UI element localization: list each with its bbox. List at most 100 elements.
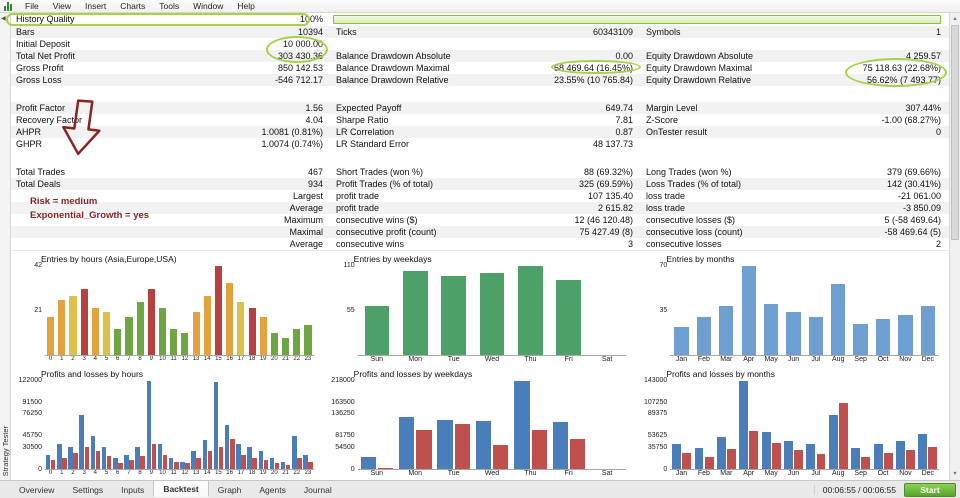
bar xyxy=(402,270,428,355)
app-icon xyxy=(4,1,14,11)
chart-title: Profits and losses by months xyxy=(666,368,775,379)
y-tick-label: 163500 xyxy=(331,398,355,406)
tester-tab-bar: Overview Settings Inputs Backtest Graph Agent… xyxy=(0,480,960,498)
x-tick-label: 18 xyxy=(248,355,256,362)
tab-overview[interactable]: Overview xyxy=(10,483,63,497)
stat-cell xyxy=(641,38,949,50)
stat-cell: History Quality 100% xyxy=(11,13,331,26)
x-tick-label: Sat xyxy=(601,355,613,363)
scroll-up-icon[interactable]: ▲ xyxy=(950,14,960,24)
profit-bar xyxy=(694,447,704,469)
menu-file[interactable]: File xyxy=(18,1,46,11)
scrollbar-thumb[interactable] xyxy=(951,25,959,240)
x-tick-label: Sat xyxy=(601,470,613,477)
stat-label: profit trade xyxy=(336,191,380,201)
loss-bar xyxy=(493,444,509,469)
stat-cell: LR Standard Error 48 137.73 xyxy=(331,138,641,150)
start-button[interactable]: Start xyxy=(904,482,956,497)
stat-label: Balance Drawdown Relative xyxy=(336,75,449,85)
y-tick-label: 143000 xyxy=(643,376,668,384)
menu-insert[interactable]: Insert xyxy=(78,1,113,11)
bar xyxy=(237,301,245,355)
bar xyxy=(741,266,756,355)
tab-backtest[interactable]: Backtest xyxy=(153,480,209,497)
tab-inputs[interactable]: Inputs xyxy=(112,483,153,497)
loss-bar xyxy=(569,438,586,469)
menu-view[interactable]: View xyxy=(46,1,78,11)
stat-value: Maximal xyxy=(289,227,323,237)
stat-cell: LR Correlation 0.87 xyxy=(331,126,641,138)
tab-settings[interactable]: Settings xyxy=(63,483,112,497)
chart-entries-by-months: Entries by months 70 35 Jan Feb Mar Apr May Jun J… xyxy=(636,251,949,366)
stat-value: -1.00 (68.27%) xyxy=(881,115,941,125)
chart-entries-by-weekdays: Entries by weekdays 110 55 Sun Mon Tue Wed Thu F… xyxy=(324,251,637,366)
backtest-report: History Quality 100% Bars 10394 Ticks 6034310… xyxy=(11,13,949,480)
stat-value: -3 850.09 xyxy=(902,203,941,213)
menu-tools[interactable]: Tools xyxy=(152,1,186,11)
y-tick-label: 76250 xyxy=(22,410,42,418)
profit-bar xyxy=(90,436,96,469)
stat-value: 850 142.53 xyxy=(277,63,323,73)
stat-cell: consecutive wins ($) 12 (46 120.48) xyxy=(331,214,641,226)
stat-label: loss trade xyxy=(646,203,686,213)
chart-profits-and-losses-by-months: Profits and losses by months 143000 107250… xyxy=(636,366,949,481)
tab-agents[interactable]: Agents xyxy=(250,483,294,497)
stat-cell: AHPR 1.0081 (0.81%) xyxy=(11,126,331,138)
tab-journal[interactable]: Journal xyxy=(295,483,341,497)
stat-value: 1.0074 (0.74%) xyxy=(261,139,323,149)
stat-cell: Sharpe Ratio 7.81 xyxy=(331,114,641,126)
menu-help[interactable]: Help xyxy=(230,1,261,11)
stat-value: 142 (30.41%) xyxy=(886,179,941,189)
stat-cell: consecutive losses 2 xyxy=(641,238,949,250)
bar xyxy=(831,283,846,355)
stats-row: Initial Deposit 10 000.00 xyxy=(11,38,949,50)
stat-cell: loss trade -3 850.09 xyxy=(641,202,949,214)
stat-cell: Z-Score -1.00 (68.27%) xyxy=(641,114,949,126)
stats-row: Total Trades 467 Short Trades (won %) 88 (6… xyxy=(11,166,949,178)
y-tick-label: 107250 xyxy=(643,398,668,406)
y-tick-label: 30500 xyxy=(22,443,42,451)
stat-cell xyxy=(331,38,641,50)
x-tick-label: Tue xyxy=(447,470,460,477)
bar xyxy=(259,316,267,355)
stat-cell: profit trade 107 135.40 xyxy=(331,190,641,202)
stat-value: 48 137.73 xyxy=(592,139,633,149)
x-tick-label: Jul xyxy=(811,470,821,477)
scroll-down-icon[interactable]: ▼ xyxy=(950,469,960,479)
x-tick-label: 1 xyxy=(60,470,64,476)
stat-label: Equity Drawdown Absolute xyxy=(646,51,754,61)
profit-bar xyxy=(672,444,682,469)
x-tick-label: 3 xyxy=(82,470,86,476)
bar xyxy=(282,337,290,355)
stat-cell: Largest xyxy=(11,190,331,202)
chart-y-axis: 70 35 xyxy=(636,262,670,356)
x-tick-label: Apr xyxy=(743,355,755,363)
vertical-scrollbar[interactable]: ▲ ▼ xyxy=(949,13,960,480)
stat-label: Balance Drawdown Maximal xyxy=(336,63,450,73)
profit-bar xyxy=(124,454,129,469)
menu-charts[interactable]: Charts xyxy=(113,1,152,11)
stat-label: Total Deals xyxy=(16,179,61,189)
collapse-panel-button[interactable]: ◀ xyxy=(1,15,6,22)
profit-bar xyxy=(146,380,152,469)
stat-value: 1.56 xyxy=(305,103,323,113)
loss-bar xyxy=(162,454,168,469)
x-tick-label: 11 xyxy=(170,355,177,362)
profit-bar xyxy=(514,380,530,469)
loss-bar xyxy=(230,438,235,469)
bar xyxy=(293,329,301,355)
tab-graph[interactable]: Graph xyxy=(209,483,251,497)
loss-bar xyxy=(726,449,736,469)
stat-cell: Maximal xyxy=(11,226,331,238)
stat-cell: Total Deals 934 xyxy=(11,178,331,190)
x-tick-label: 19 xyxy=(259,470,267,476)
stats-row: AHPR 1.0081 (0.81%) LR Correlation 0.87 OnTe… xyxy=(11,126,949,138)
stats-row: Bars 10394 Ticks 60343109 Symbols 1 xyxy=(11,26,949,38)
y-tick-label: 89375 xyxy=(647,410,668,418)
chart-title: Entries by weekdays xyxy=(353,254,432,264)
loss-bar xyxy=(838,402,848,469)
stats-row: Recovery Factor 4.04 Sharpe Ratio 7.81 Z-Sco… xyxy=(11,114,949,126)
menu-window[interactable]: Window xyxy=(186,1,230,11)
x-tick-label: 22 xyxy=(293,470,301,476)
stat-label: Gross Loss xyxy=(16,75,62,85)
